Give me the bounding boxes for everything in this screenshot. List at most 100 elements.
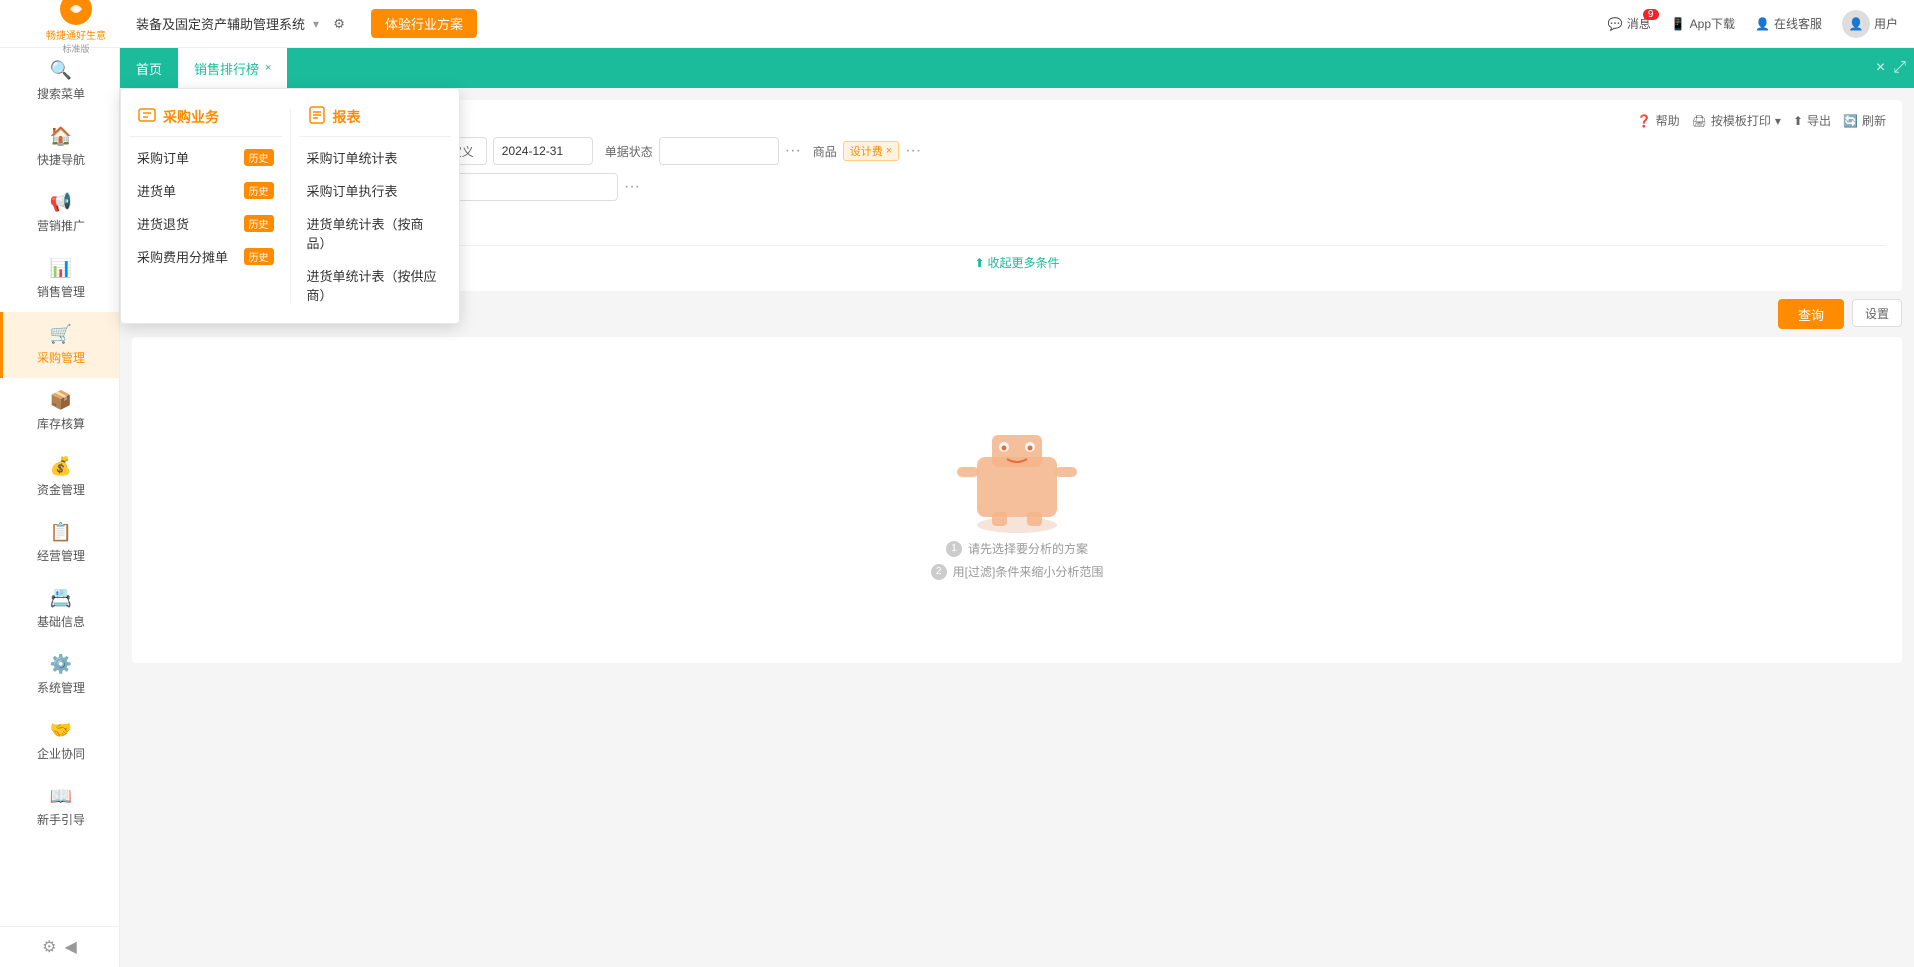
dropdown-item-purchase-return[interactable]: 进货退货 历史: [129, 207, 282, 240]
refresh-icon: 🔄: [1843, 114, 1858, 128]
sidebar-item-label: 营销推广: [37, 217, 85, 234]
tab-sales-rank[interactable]: 销售排行榜 ×: [178, 48, 287, 88]
report-col-icon: [307, 105, 327, 128]
tab-close-all-icon[interactable]: ×: [1876, 59, 1885, 77]
export-btn[interactable]: ⬆ 导出: [1793, 112, 1831, 129]
report-col-header: 报表: [299, 101, 452, 137]
online-service-label: 在线客服: [1774, 15, 1822, 32]
user-avatar: 👤: [1842, 10, 1870, 38]
print-icon: 🖨: [1692, 114, 1707, 128]
home-icon: 🏠: [50, 126, 72, 147]
step2-num: 2: [931, 564, 947, 580]
dropdown-item-receive-stat-goods[interactable]: 进货单统计表（按商品）: [299, 207, 452, 259]
step2-text: 用[过滤]条件来缩小分析范围: [953, 563, 1104, 580]
status-select[interactable]: [659, 137, 779, 165]
sidebar-item-sales[interactable]: 📊 销售管理: [0, 246, 119, 312]
goods-label: 商品: [813, 143, 837, 160]
sales-icon: 📊: [50, 258, 72, 279]
sidebar-item-system[interactable]: ⚙️ 系统管理: [0, 642, 119, 708]
goods-filter: 商品 设计费 × ···: [813, 141, 921, 161]
sidebar-item-inventory[interactable]: 📦 库存核算: [0, 378, 119, 444]
message-badge: 9: [1643, 9, 1659, 20]
sidebar-settings-btn[interactable]: ⚙: [42, 937, 56, 957]
sidebar-collapse-btn[interactable]: ◀: [65, 937, 77, 957]
goods-ellipsis-icon[interactable]: ···: [905, 142, 921, 160]
report-col-title: 报表: [333, 107, 361, 127]
procurement-dropdown: 采购业务 采购订单 历史 进货单 历史 进货退货 历史 采购费用分摊单 历史: [120, 88, 460, 324]
procurement-col-icon: [137, 105, 157, 128]
tab-maximize-icon[interactable]: ⤢: [1893, 59, 1906, 77]
refresh-btn[interactable]: 🔄 刷新: [1843, 112, 1886, 129]
sidebar-item-operations[interactable]: 📋 经营管理: [0, 510, 119, 576]
settings-icon[interactable]: ⚙: [327, 12, 351, 36]
empty-state: 1 请先选择要分析的方案 2 用[过滤]条件来缩小分析范围: [132, 337, 1902, 663]
status-ellipsis-icon[interactable]: ···: [785, 142, 801, 160]
logo-icon: [60, 0, 92, 25]
date-end-input[interactable]: [493, 137, 593, 165]
message-btn[interactable]: 💬 消息 9: [1608, 15, 1651, 32]
sidebar: 🔍 搜索菜单 🏠 快捷导航 📢 营销推广 📊 销售管理 🛒 采购管理 📦 库存核…: [0, 48, 120, 967]
sidebar-item-cooperation[interactable]: 🤝 企业协同: [0, 708, 119, 774]
tab-bar-right: × ⤢: [1876, 59, 1914, 77]
dropdown-item-purchase-order-exec[interactable]: 采购订单执行表: [299, 174, 452, 207]
sidebar-item-label: 快捷导航: [37, 151, 85, 168]
sidebar-item-label: 库存核算: [37, 415, 85, 432]
export-icon: ⬆: [1793, 114, 1803, 128]
query-button[interactable]: 查询: [1778, 299, 1844, 329]
tab-sales-rank-label: 销售排行榜: [194, 59, 259, 78]
procurement-col-header: 采购业务: [129, 101, 282, 137]
sidebar-item-label: 基础信息: [37, 613, 85, 630]
sidebar-item-guide[interactable]: 📖 新手引导: [0, 774, 119, 840]
salesman-ellipsis-icon[interactable]: ···: [624, 178, 640, 196]
user-label: 用户: [1874, 15, 1898, 32]
collapse-btn[interactable]: ⬆ 收起更多条件: [974, 254, 1059, 271]
procurement-col: 采购业务 采购订单 历史 进货单 历史 进货退货 历史 采购费用分摊单 历史: [121, 101, 290, 311]
toolbar-right: ❓ 帮助 🖨 按模板打印 ▾ ⬆ 导出 🔄: [1637, 112, 1886, 129]
tab-home-label: 首页: [136, 59, 162, 78]
print-btn[interactable]: 🖨 按模板打印 ▾: [1692, 112, 1781, 129]
sidebar-item-label: 新手引导: [37, 811, 85, 828]
basic-info-icon: 📇: [50, 588, 72, 609]
sidebar-item-label: 销售管理: [37, 283, 85, 300]
inventory-icon: 📦: [50, 390, 72, 411]
sidebar-item-label: 企业协同: [37, 745, 85, 762]
tab-close-icon[interactable]: ×: [265, 62, 271, 74]
system-title: 装备及固定资产辅助管理系统: [136, 14, 305, 33]
marketing-icon: 📢: [50, 192, 72, 213]
service-icon: 👤: [1755, 17, 1770, 31]
procurement-icon: 🛒: [50, 324, 72, 345]
dropdown-item-receive-stat-supplier[interactable]: 进货单统计表（按供应商）: [299, 259, 452, 311]
tab-bar: 首页 销售排行榜 × × ⤢: [120, 48, 1914, 88]
history-badge-2: 历史: [244, 215, 274, 232]
sidebar-item-search[interactable]: 🔍 搜索菜单: [0, 48, 119, 114]
empty-illustration: [947, 417, 1087, 537]
goods-tag-close-icon[interactable]: ×: [886, 145, 892, 157]
finance-icon: 💰: [50, 456, 72, 477]
history-badge-3: 历史: [244, 248, 274, 265]
sidebar-item-finance[interactable]: 💰 资金管理: [0, 444, 119, 510]
dropdown-item-purchase-receive[interactable]: 进货单 历史: [129, 174, 282, 207]
experience-button[interactable]: 体验行业方案: [371, 9, 477, 38]
user-btn[interactable]: 👤 用户: [1842, 10, 1898, 38]
help-btn[interactable]: ❓ 帮助: [1637, 112, 1680, 129]
logo-area: 畅捷通好生意 标准版: [16, 0, 136, 55]
dropdown-arrow-icon[interactable]: ▾: [313, 17, 319, 31]
dropdown-item-purchase-order[interactable]: 采购订单 历史: [129, 141, 282, 174]
app-download-btn[interactable]: 📱 App下载: [1671, 15, 1735, 32]
history-badge-0: 历史: [244, 149, 274, 166]
sidebar-item-basic-info[interactable]: 📇 基础信息: [0, 576, 119, 642]
step1-num: 1: [946, 541, 962, 557]
sidebar-item-label: 资金管理: [37, 481, 85, 498]
dropdown-item-purchase-expense[interactable]: 采购费用分摊单 历史: [129, 240, 282, 273]
dropdown-item-purchase-order-stat[interactable]: 采购订单统计表: [299, 141, 452, 174]
sidebar-item-label: 搜索菜单: [37, 85, 85, 102]
sidebar-item-procurement[interactable]: 🛒 采购管理: [0, 312, 119, 378]
sidebar-item-label: 经营管理: [37, 547, 85, 564]
system-title-area: 装备及固定资产辅助管理系统 ▾ ⚙ 体验行业方案: [136, 9, 1608, 38]
online-service-btn[interactable]: 👤 在线客服: [1755, 15, 1822, 32]
settings-button[interactable]: 设置: [1852, 299, 1902, 327]
sidebar-bottom: ⚙ ◀: [0, 926, 119, 967]
sidebar-item-marketing[interactable]: 📢 营销推广: [0, 180, 119, 246]
sidebar-item-quick-nav[interactable]: 🏠 快捷导航: [0, 114, 119, 180]
top-right-area: 💬 消息 9 📱 App下载 👤 在线客服 👤 用户: [1608, 10, 1898, 38]
